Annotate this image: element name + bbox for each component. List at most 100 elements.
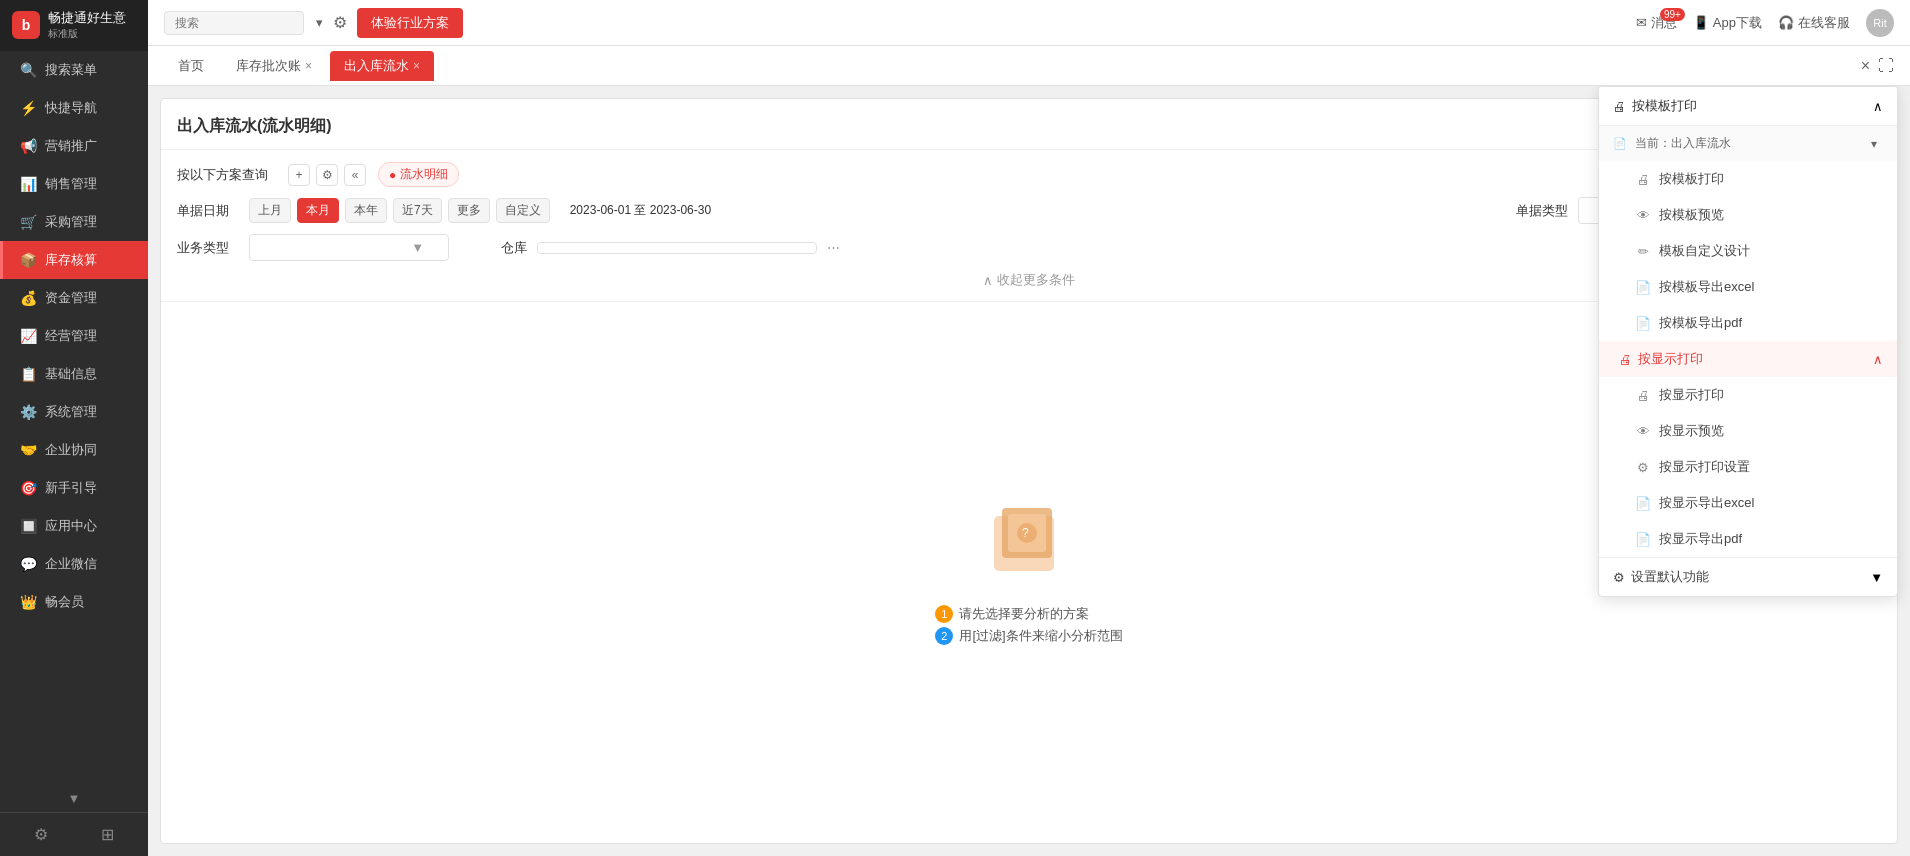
industry-solution-button[interactable]: 体验行业方案: [357, 8, 463, 38]
topbar-search-input[interactable]: [164, 11, 304, 35]
sidebar-item-system-label: 系统管理: [45, 403, 97, 421]
sidebar-item-search-label: 搜索菜单: [45, 61, 97, 79]
tabs-right-controls: × ⛶: [1861, 57, 1894, 75]
app-download-link[interactable]: 📱 App下载: [1693, 14, 1762, 32]
sidebar-item-purchase-label: 采购管理: [45, 213, 97, 231]
filter-expand-btn[interactable]: ∧ 收起更多条件: [983, 271, 1075, 289]
tab-flow-close[interactable]: ×: [413, 59, 420, 73]
dropdown-template-excel[interactable]: 📄 按模板导出excel: [1599, 269, 1897, 305]
tab-batch-close[interactable]: ×: [305, 59, 312, 73]
svg-text:?: ?: [1022, 526, 1029, 540]
sidebar-item-sales[interactable]: 📊 销售管理: [0, 165, 148, 203]
sidebar-nav: 🔍 搜索菜单 ⚡ 快捷导航 📢 营销推广 📊 销售管理 🛒 采购管理 📦 库存核…: [0, 51, 148, 785]
wechat-icon: 💬: [19, 555, 37, 573]
user-avatar[interactable]: Rit: [1866, 9, 1894, 37]
topbar: ▾ ⚙ 体验行业方案 ✉ 消息 99+ 📱 App下载 🎧 在线客服 Rit: [148, 0, 1910, 46]
user-name: Rit: [1873, 17, 1886, 29]
dropdown-template-design[interactable]: ✏ 模板自定义设计: [1599, 233, 1897, 269]
date-btn-last-month[interactable]: 上月: [249, 198, 291, 223]
dropdown-display-print[interactable]: 🖨 按显示打印: [1599, 377, 1897, 413]
tab-flow[interactable]: 出入库流水 ×: [330, 51, 434, 81]
dropdown-display-preview[interactable]: 👁 按显示预览: [1599, 413, 1897, 449]
warehouse-select[interactable]: [537, 242, 817, 254]
sidebar-settings-btn[interactable]: ⚙: [34, 825, 48, 844]
biz-type-select[interactable]: ▼: [249, 234, 449, 261]
step-1-num: 1: [935, 605, 953, 623]
sidebar-item-operation[interactable]: 📈 经营管理: [0, 317, 148, 355]
date-btn-more[interactable]: 更多: [448, 198, 490, 223]
sidebar-item-apps[interactable]: 🔲 应用中心: [0, 507, 148, 545]
filter-add-btn[interactable]: +: [288, 164, 310, 186]
cart-icon: 🛒: [19, 213, 37, 231]
date-field-label: 单据日期: [177, 202, 237, 220]
search-icon: 🔍: [19, 61, 37, 79]
topbar-search-dropdown[interactable]: ▾: [316, 15, 323, 30]
lightning-icon: ⚡: [19, 99, 37, 117]
dropdown-template-preview[interactable]: 👁 按模板预览: [1599, 197, 1897, 233]
dropdown-display-pdf[interactable]: 📄 按显示导出pdf: [1599, 521, 1897, 557]
tab-batch[interactable]: 库存批次账 ×: [222, 51, 326, 81]
dropdown-display-settings[interactable]: ⚙ 按显示打印设置: [1599, 449, 1897, 485]
dropdown-footer[interactable]: ⚙ 设置默认功能 ▼: [1599, 557, 1897, 596]
tab-window-close-btn[interactable]: ×: [1861, 57, 1870, 75]
sidebar-item-inventory[interactable]: 📦 库存核算: [0, 241, 148, 279]
template-pdf-icon: 📄: [1635, 315, 1651, 331]
sidebar-item-purchase[interactable]: 🛒 采购管理: [0, 203, 148, 241]
gear-icon: ⚙️: [19, 403, 37, 421]
tab-home[interactable]: 首页: [164, 51, 218, 81]
filter-actions: + ⚙ «: [288, 164, 366, 186]
dropdown-current-item[interactable]: 📄 当前：出入库流水 ▾: [1599, 126, 1897, 161]
online-service-link[interactable]: 🎧 在线客服: [1778, 14, 1850, 32]
message-badge[interactable]: ✉ 消息 99+: [1636, 14, 1677, 32]
filter-section-label: 按以下方案查询: [177, 166, 268, 184]
display-section-chevron-up: ∧: [1873, 352, 1883, 367]
dropdown-template-pdf[interactable]: 📄 按模板导出pdf: [1599, 305, 1897, 341]
app-download-label: App下载: [1713, 14, 1762, 32]
sidebar-item-wechat[interactable]: 💬 企业微信: [0, 545, 148, 583]
sidebar-item-basic[interactable]: 📋 基础信息: [0, 355, 148, 393]
sidebar-item-system[interactable]: ⚙️ 系统管理: [0, 393, 148, 431]
sidebar-item-finance[interactable]: 💰 资金管理: [0, 279, 148, 317]
display-print-label: 按显示打印: [1659, 386, 1724, 404]
dropdown-display-section-header[interactable]: 🖨 按显示打印 ∧: [1599, 341, 1897, 377]
date-btn-custom[interactable]: 自定义: [496, 198, 550, 223]
dropdown-display-excel[interactable]: 📄 按显示导出excel: [1599, 485, 1897, 521]
dropdown-main-header[interactable]: 🖨 按模板打印 ∧: [1599, 87, 1897, 126]
grid-icon: 🔲: [19, 517, 37, 535]
topbar-gear-icon[interactable]: ⚙: [333, 13, 347, 32]
warehouse-more-btn[interactable]: ⋯: [827, 240, 840, 255]
filter-chip[interactable]: ● 流水明细: [378, 162, 459, 187]
filter-collapse-btn[interactable]: «: [344, 164, 366, 186]
sidebar-item-collab[interactable]: 🤝 企业协同: [0, 431, 148, 469]
filter-settings-btn[interactable]: ⚙: [316, 164, 338, 186]
money-icon: 💰: [19, 289, 37, 307]
sidebar-item-guide[interactable]: 🎯 新手引导: [0, 469, 148, 507]
current-doc-arrow: ▾: [1871, 137, 1877, 151]
tab-maximize-btn[interactable]: ⛶: [1878, 57, 1894, 75]
display-excel-icon: 📄: [1635, 495, 1651, 511]
warehouse-label: 仓库: [501, 239, 527, 257]
date-btn-7days[interactable]: 近7天: [393, 198, 442, 223]
sidebar-item-marketing-label: 营销推广: [45, 137, 97, 155]
display-preview-icon: 👁: [1635, 423, 1651, 439]
sidebar-collapse-btn[interactable]: ⊞: [101, 825, 114, 844]
display-settings-label: 按显示打印设置: [1659, 458, 1750, 476]
message-count: 99+: [1660, 8, 1685, 21]
trend-icon: 📈: [19, 327, 37, 345]
sidebar-scroll-down[interactable]: ▼: [0, 785, 148, 812]
template-print-icon: 🖨: [1635, 171, 1651, 187]
sidebar-item-guide-label: 新手引导: [45, 479, 97, 497]
handshake-icon: 🤝: [19, 441, 37, 459]
sidebar-item-marketing[interactable]: 📢 营销推广: [0, 127, 148, 165]
date-btn-this-month[interactable]: 本月: [297, 198, 339, 223]
sidebar-item-quick-nav[interactable]: ⚡ 快捷导航: [0, 89, 148, 127]
filter-chip-dot: ●: [389, 168, 396, 182]
sidebar-item-search[interactable]: 🔍 搜索菜单: [0, 51, 148, 89]
app-edition: 标准版: [48, 27, 126, 41]
date-btn-this-year[interactable]: 本年: [345, 198, 387, 223]
dropdown-template-print[interactable]: 🖨 按模板打印: [1599, 161, 1897, 197]
sidebar-item-member[interactable]: 👑 畅会员: [0, 583, 148, 621]
display-pdf-label: 按显示导出pdf: [1659, 530, 1742, 548]
display-print-icon: 🖨: [1635, 387, 1651, 403]
phone-icon: 📱: [1693, 15, 1709, 30]
